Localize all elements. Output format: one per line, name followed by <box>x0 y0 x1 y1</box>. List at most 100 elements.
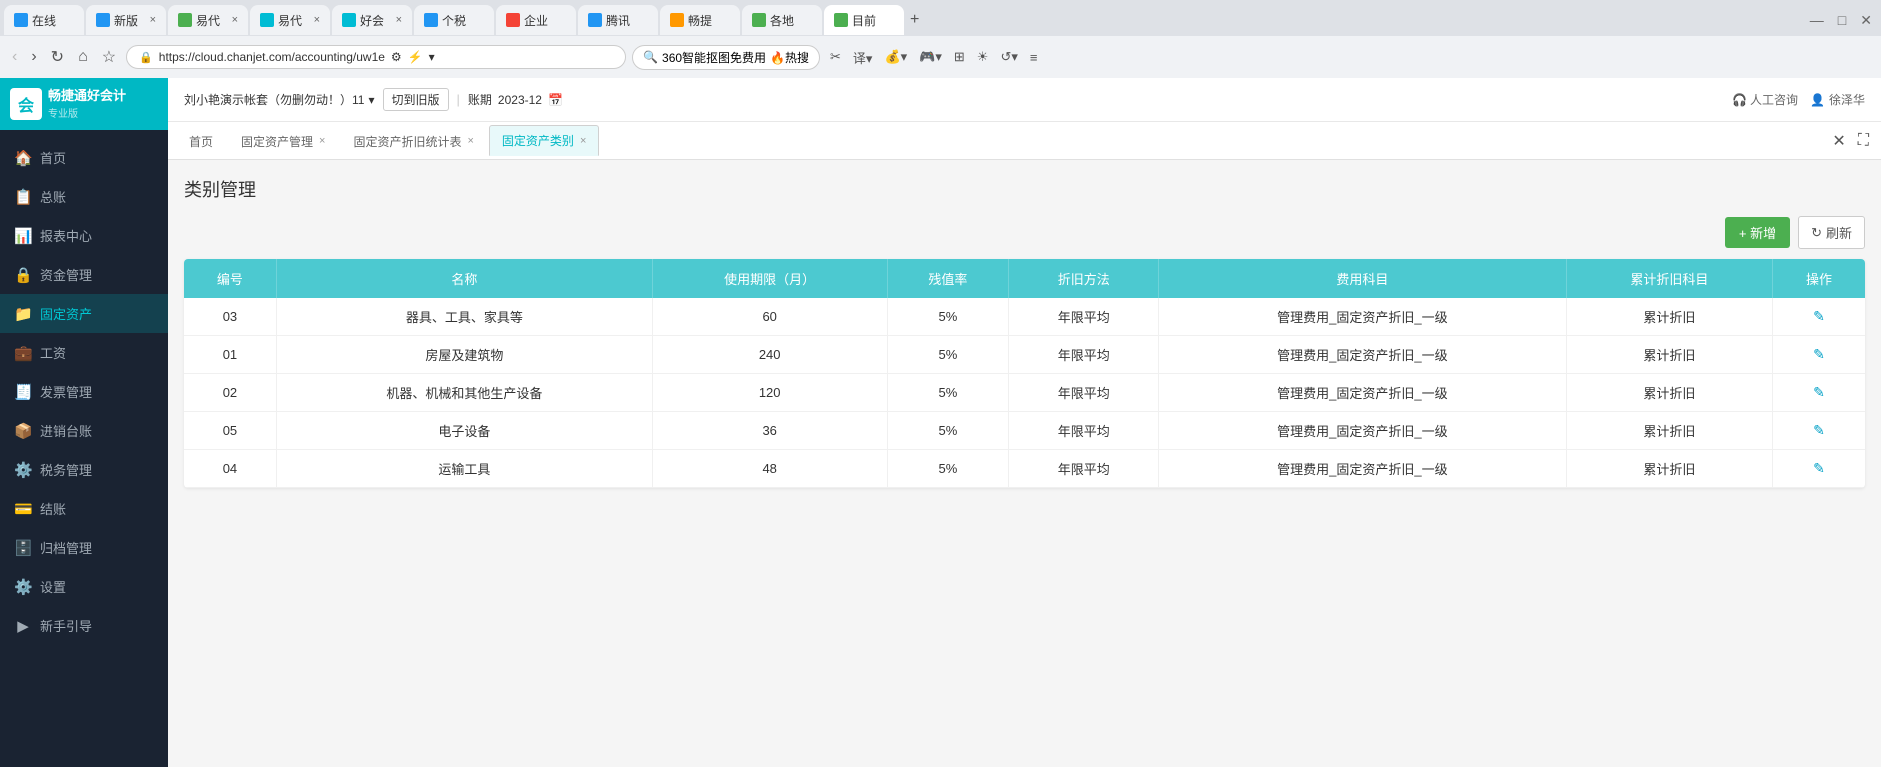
edit-icon[interactable]: ✎ <box>1813 422 1825 438</box>
browser-tab-t2[interactable]: 新版 × <box>86 5 166 35</box>
cut-icon[interactable]: ✂ <box>826 47 845 67</box>
cell-code[interactable]: 01 <box>184 336 276 374</box>
undo-icon[interactable]: ↺▾ <box>996 47 1021 67</box>
search-bar[interactable]: 🔍 360智能抠图免费用 🔥热搜 <box>632 45 820 70</box>
new-tab-button[interactable]: + <box>906 9 923 31</box>
sidebar-item-home[interactable]: 🏠 首页 <box>0 138 168 177</box>
edit-icon[interactable]: ✎ <box>1813 308 1825 324</box>
sidebar-item-funds[interactable]: 🔒 资金管理 <box>0 255 168 294</box>
col-method: 折旧方法 <box>1009 259 1159 298</box>
browser-tab-t10[interactable]: 各地 <box>742 5 822 35</box>
cell-name: 电子设备 <box>276 412 652 450</box>
edit-icon[interactable]: ✎ <box>1813 384 1825 400</box>
sidebar-item-reports[interactable]: 📊 报表中心 <box>0 216 168 255</box>
tax-icon: ⚙️ <box>14 461 32 479</box>
tab-label: 腾讯 <box>606 12 630 29</box>
username: 徐泽华 <box>1829 91 1865 108</box>
app-header: 刘小艳演示帐套（勿删勿动！）11 ▾ 切到旧版 | 账期 2023-12 📅 🎧… <box>168 78 1881 122</box>
maximize-button[interactable]: □ <box>1833 10 1851 30</box>
cell-code[interactable]: 05 <box>184 412 276 450</box>
window-controls: — □ ✕ <box>1805 10 1877 31</box>
coin-icon[interactable]: 💰▾ <box>880 47 911 67</box>
period-value: 2023-12 <box>498 93 542 107</box>
cell-code[interactable]: 03 <box>184 298 276 336</box>
sidebar-item-tax[interactable]: ⚙️ 税务管理 <box>0 450 168 489</box>
translate-icon[interactable]: 译▾ <box>849 46 877 69</box>
user-avatar[interactable]: 👤 徐泽华 <box>1810 91 1865 108</box>
sidebar-item-settings[interactable]: ⚙️ 设置 <box>0 567 168 606</box>
page-tab-assets-cat[interactable]: 固定资产类别 × <box>489 125 599 156</box>
tab-actions: ✕ ⛶ <box>1828 129 1873 153</box>
close-window-button[interactable]: ✕ <box>1855 10 1877 31</box>
sidebar-item-label: 总账 <box>40 187 66 206</box>
tab-close-icon[interactable]: × <box>150 14 156 26</box>
edit-icon[interactable]: ✎ <box>1813 346 1825 362</box>
service-btn[interactable]: 🎧 人工咨询 <box>1732 91 1798 108</box>
tab-close-icon[interactable]: × <box>314 14 320 26</box>
bookmark-button[interactable]: ☆ <box>98 45 120 69</box>
page-tab-assets-mgr[interactable]: 固定资产管理 × <box>228 126 338 156</box>
forward-button[interactable]: › <box>27 46 40 68</box>
browser-tab-t9[interactable]: 畅提 <box>660 5 740 35</box>
guide-icon: ▶ <box>14 617 32 635</box>
cell-code[interactable]: 04 <box>184 450 276 488</box>
browser-tab-t6[interactable]: 个税 <box>414 5 494 35</box>
grid-icon[interactable]: ⊞ <box>950 47 969 67</box>
browser-tab-t5[interactable]: 好会 × <box>332 5 412 35</box>
tab-close-icon[interactable]: × <box>467 135 473 147</box>
tab-label: 好会 <box>360 12 384 29</box>
invoice-icon: 🧾 <box>14 383 32 401</box>
tab-label: 畅提 <box>688 12 712 29</box>
browser-tab-t11[interactable]: 目前 <box>824 5 904 35</box>
cell-expense: 管理费用_固定资产折旧_一级 <box>1159 412 1566 450</box>
col-name: 名称 <box>276 259 652 298</box>
minimize-button[interactable]: — <box>1805 10 1829 30</box>
tab-close-icon[interactable]: × <box>232 14 238 26</box>
cell-method: 年限平均 <box>1009 374 1159 412</box>
sidebar-item-guide[interactable]: ▶ 新手引导 <box>0 606 168 645</box>
page-tab-home[interactable]: 首页 <box>176 126 226 156</box>
reports-icon: 📊 <box>14 227 32 245</box>
switch-version-button[interactable]: 切到旧版 <box>383 88 449 111</box>
sidebar-item-assets[interactable]: 📁 固定资产 <box>0 294 168 333</box>
home-button[interactable]: ⌂ <box>74 46 92 68</box>
avatar-icon: 👤 <box>1810 93 1825 107</box>
cell-action: ✎ <box>1773 298 1865 336</box>
cell-method: 年限平均 <box>1009 450 1159 488</box>
browser-tab-t3[interactable]: 易代 × <box>168 5 248 35</box>
user-info[interactable]: 刘小艳演示帐套（勿删勿动！）11 ▾ <box>184 91 375 108</box>
edit-icon[interactable]: ✎ <box>1813 460 1825 476</box>
browser-tab-t7[interactable]: 企业 <box>496 5 576 35</box>
game-icon[interactable]: 🎮▾ <box>915 47 946 67</box>
assets-icon: 📁 <box>14 305 32 323</box>
add-button[interactable]: + 新增 <box>1725 217 1790 248</box>
sidebar-item-archive[interactable]: 🗄️ 归档管理 <box>0 528 168 567</box>
sidebar-item-closing[interactable]: 💳 结账 <box>0 489 168 528</box>
tab-close-icon[interactable]: × <box>396 14 402 26</box>
col-code: 编号 <box>184 259 276 298</box>
sidebar-item-label: 首页 <box>40 148 66 167</box>
maximize-tab-button[interactable]: ⛶ <box>1854 129 1873 153</box>
site-info-icon: ⚙ <box>391 50 402 64</box>
browser-tab-t8[interactable]: 腾讯 <box>578 5 658 35</box>
table-row: 02 机器、机械和其他生产设备 120 5% 年限平均 管理费用_固定资产折旧_… <box>184 374 1865 412</box>
reload-button[interactable]: ↻ <box>47 45 68 69</box>
menu-icon[interactable]: ≡ <box>1026 48 1042 67</box>
cell-code[interactable]: 02 <box>184 374 276 412</box>
tab-favicon <box>424 13 438 27</box>
close-tab-button[interactable]: ✕ <box>1828 129 1849 153</box>
cell-expense: 管理费用_固定资产折旧_一级 <box>1159 298 1566 336</box>
sidebar-item-ledger[interactable]: 📋 总账 <box>0 177 168 216</box>
tab-close-icon[interactable]: × <box>319 135 325 147</box>
browser-tab-t1[interactable]: 在线 <box>4 5 84 35</box>
sidebar-item-invoice[interactable]: 🧾 发票管理 <box>0 372 168 411</box>
page-tab-assets-dep[interactable]: 固定资产折旧统计表 × <box>340 126 486 156</box>
tab-close-icon[interactable]: × <box>580 135 586 147</box>
address-bar[interactable]: 🔒 https://cloud.chanjet.com/accounting/u… <box>126 45 626 69</box>
sidebar-item-payroll[interactable]: 💼 工资 <box>0 333 168 372</box>
sidebar-item-inventory[interactable]: 📦 进销台账 <box>0 411 168 450</box>
refresh-button[interactable]: ↻ 刷新 <box>1798 216 1865 249</box>
browser-tab-t4[interactable]: 易代 × <box>250 5 330 35</box>
back-button[interactable]: ‹ <box>8 46 21 68</box>
sun-icon[interactable]: ☀ <box>973 47 993 67</box>
